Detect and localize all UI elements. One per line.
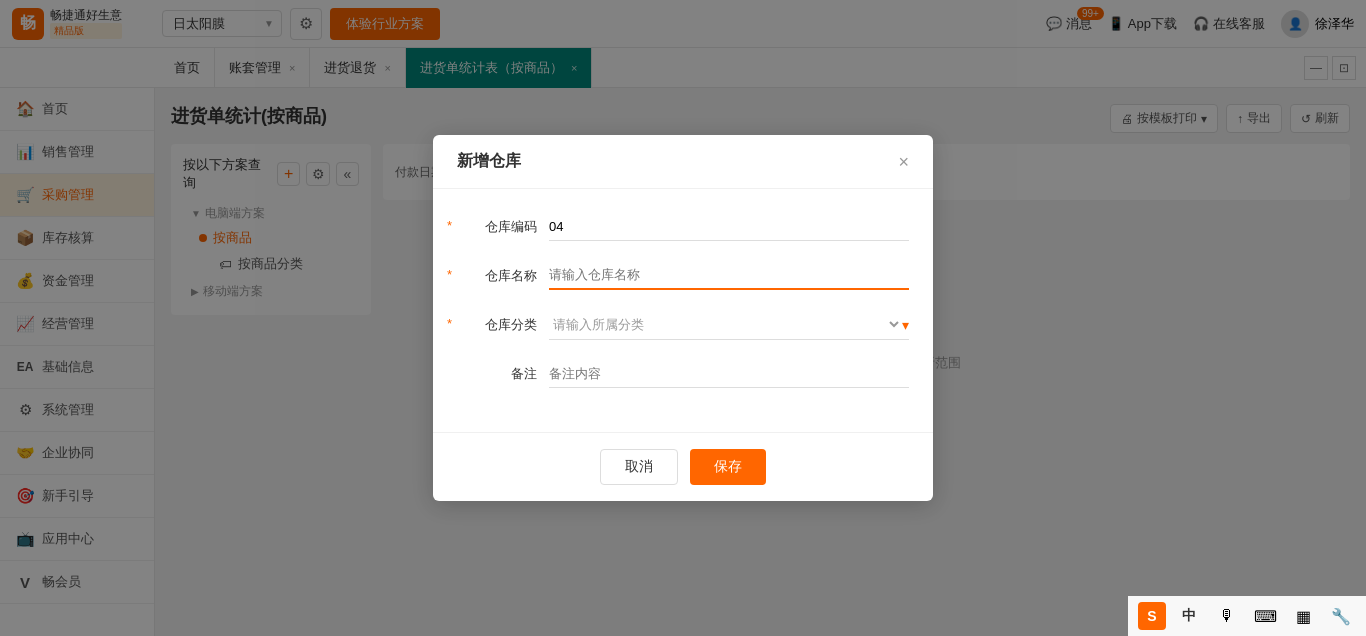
modal-header: 新增仓库 × bbox=[433, 135, 933, 189]
category-select-wrapper[interactable]: 请输入所属分类 ▾ bbox=[549, 310, 909, 340]
cancel-button[interactable]: 取消 bbox=[600, 449, 678, 485]
form-row-name: 仓库名称 bbox=[457, 261, 909, 290]
save-button[interactable]: 保存 bbox=[690, 449, 766, 485]
layout-icon[interactable]: ▦ bbox=[1288, 601, 1318, 631]
form-row-remark: 备注 bbox=[457, 360, 909, 388]
form-row-category: 仓库分类 请输入所属分类 ▾ bbox=[457, 310, 909, 340]
bottom-bar: S 中 🎙 ⌨ ▦ 🔧 bbox=[1128, 596, 1366, 636]
modal-footer: 取消 保存 bbox=[433, 432, 933, 501]
zh-input-icon[interactable]: 中 bbox=[1174, 601, 1204, 631]
keyboard-icon[interactable]: ⌨ bbox=[1250, 601, 1280, 631]
modal-body: 仓库编码 仓库名称 仓库分类 请输入所属分类 ▾ 备注 bbox=[433, 189, 933, 432]
s-logo: S bbox=[1138, 602, 1166, 630]
bottom-settings-icon[interactable]: 🔧 bbox=[1326, 601, 1356, 631]
modal-title: 新增仓库 bbox=[457, 151, 521, 172]
code-label: 仓库编码 bbox=[457, 218, 537, 236]
name-label: 仓库名称 bbox=[457, 267, 537, 285]
new-warehouse-modal: 新增仓库 × 仓库编码 仓库名称 仓库分类 请输入所属分类 ▾ bbox=[433, 135, 933, 501]
category-label: 仓库分类 bbox=[457, 316, 537, 334]
modal-overlay[interactable]: 新增仓库 × 仓库编码 仓库名称 仓库分类 请输入所属分类 ▾ bbox=[0, 0, 1366, 636]
name-input[interactable] bbox=[549, 261, 909, 290]
code-input[interactable] bbox=[549, 213, 909, 241]
category-chevron-icon: ▾ bbox=[902, 317, 909, 333]
form-row-code: 仓库编码 bbox=[457, 213, 909, 241]
modal-close-button[interactable]: × bbox=[898, 153, 909, 171]
remark-input[interactable] bbox=[549, 360, 909, 388]
remark-label: 备注 bbox=[457, 365, 537, 383]
mic-icon[interactable]: 🎙 bbox=[1212, 601, 1242, 631]
category-select[interactable]: 请输入所属分类 bbox=[549, 310, 902, 339]
